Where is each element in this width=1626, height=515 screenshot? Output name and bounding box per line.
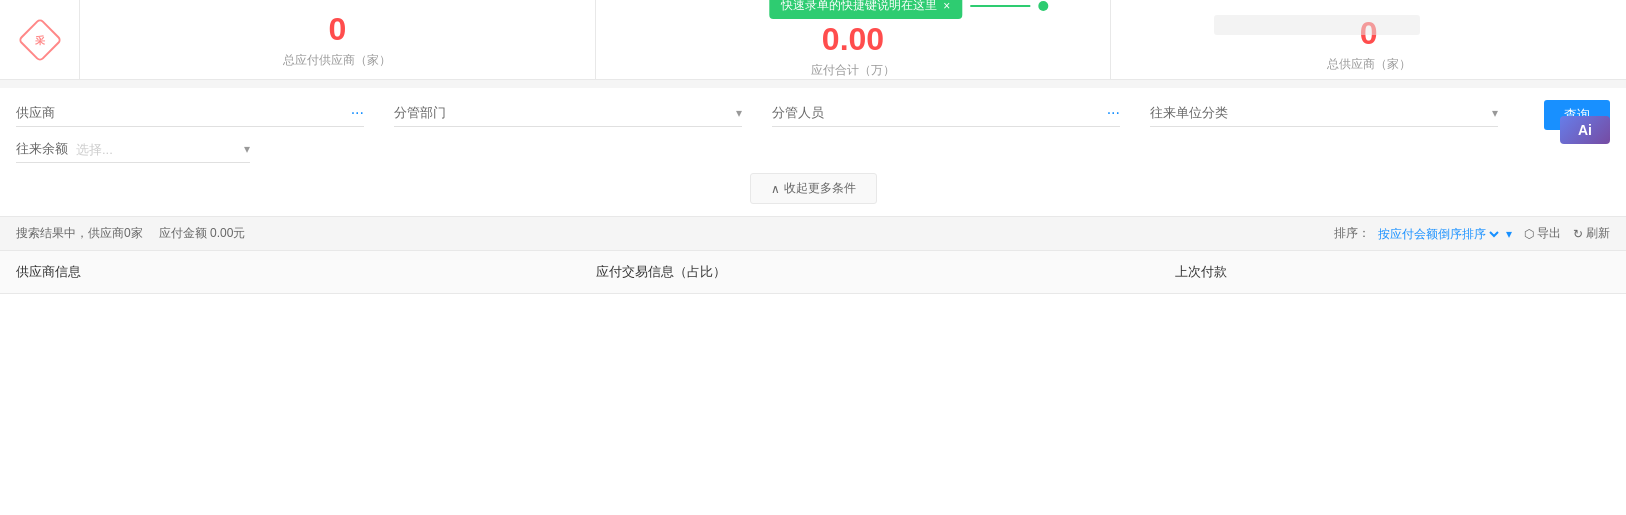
table-body — [0, 294, 1626, 515]
col-supplier-info: 供应商信息 — [16, 263, 596, 281]
balance-label: 往来余额 — [16, 140, 68, 158]
supplier-label: 供应商 — [16, 104, 55, 122]
collapse-icon: ∧ — [771, 182, 780, 196]
balance-chevron-icon[interactable]: ▾ — [244, 142, 250, 156]
collapse-button[interactable]: ∧ 收起更多条件 — [750, 173, 877, 204]
table-area: 供应商信息 应付交易信息（占比） 上次付款 — [0, 251, 1626, 515]
department-label: 分管部门 — [394, 104, 446, 122]
result-amount: 应付金额 0.00元 — [159, 225, 246, 242]
supplier-input[interactable] — [63, 105, 351, 120]
sort-chevron-icon: ▾ — [1506, 227, 1512, 241]
tooltip-text: 快速录单的快捷键说明在这里 — [781, 0, 937, 14]
result-info: 搜索结果中，供应商0家 应付金额 0.00元 — [16, 225, 245, 242]
stat-number-payable: 0 — [328, 10, 346, 48]
stat-total-suppliers: 0 总供应商（家） — [1111, 0, 1626, 79]
stat-number-total: 0.00 — [822, 20, 884, 58]
department-chevron-icon[interactable]: ▾ — [736, 106, 742, 120]
balance-input[interactable] — [76, 142, 244, 157]
tooltip-line — [970, 5, 1030, 7]
person-input[interactable] — [832, 105, 1107, 120]
result-actions: 排序： 按应付会额倒序排序 ▾ ⬡ 导出 ↻ 刷新 — [1334, 225, 1610, 242]
tooltip-close-btn[interactable]: × — [943, 0, 950, 13]
filter-unit: 往来单位分类 ▾ — [1150, 104, 1498, 127]
result-suppliers-count: 搜索结果中，供应商0家 — [16, 225, 143, 242]
col-payment-info: 上次付款 — [1175, 263, 1610, 281]
stat-label-suppliers: 总供应商（家） — [1327, 56, 1411, 73]
tooltip-container: 快速录单的快捷键说明在这里 × — [769, 0, 1048, 19]
refresh-label: 刷新 — [1586, 225, 1610, 242]
sort-select[interactable]: 按应付会额倒序排序 — [1374, 226, 1502, 242]
filter-row-1: 供应商 ··· 分管部门 ▾ 分管人员 ··· 往来单位分类 ▾ 查询 — [16, 100, 1610, 130]
col-transaction-label: 应付交易信息（占比） — [596, 264, 726, 279]
unit-label: 往来单位分类 — [1150, 104, 1228, 122]
sort-selector: 排序： 按应付会额倒序排序 ▾ — [1334, 225, 1512, 242]
tooltip-bubble: 快速录单的快捷键说明在这里 × — [769, 0, 962, 19]
unit-input[interactable] — [1236, 105, 1492, 120]
filter-balance: 往来余额 ▾ — [16, 140, 250, 163]
unit-chevron-icon[interactable]: ▾ — [1492, 106, 1498, 120]
ai-badge[interactable]: Ai — [1560, 116, 1610, 144]
logo-area: 采 — [0, 0, 80, 79]
filter-department: 分管部门 ▾ — [394, 104, 742, 127]
svg-text:采: 采 — [35, 35, 46, 46]
col-payment-label: 上次付款 — [1175, 264, 1227, 279]
ai-label: Ai — [1578, 122, 1592, 138]
table-header: 供应商信息 应付交易信息（占比） 上次付款 — [0, 251, 1626, 294]
export-button[interactable]: ⬡ 导出 — [1524, 225, 1561, 242]
collapse-label: 收起更多条件 — [784, 180, 856, 197]
sort-label: 排序： — [1334, 225, 1370, 242]
blur-placeholder — [1214, 15, 1420, 35]
col-supplier-label: 供应商信息 — [16, 264, 81, 279]
stat-payable-total: 快速录单的快捷键说明在这里 × 0.00 应付合计（万） — [596, 0, 1112, 79]
filter-person: 分管人员 ··· — [772, 104, 1120, 127]
stats-bar: 采 0 总应付供应商（家） 快速录单的快捷键说明在这里 × 0.00 应付合计（… — [0, 0, 1626, 80]
supplier-dots-icon[interactable]: ··· — [351, 104, 364, 122]
col-transaction-info: 应付交易信息（占比） — [596, 263, 1176, 281]
person-dots-icon[interactable]: ··· — [1107, 104, 1120, 122]
stat-label-total: 应付合计（万） — [811, 62, 895, 79]
filter-supplier: 供应商 ··· — [16, 104, 364, 127]
export-label: 导出 — [1537, 225, 1561, 242]
filter-row-2: 往来余额 ▾ — [16, 140, 1610, 163]
tooltip-dot — [1038, 1, 1048, 11]
refresh-button[interactable]: ↻ 刷新 — [1573, 225, 1610, 242]
stat-total-payable-suppliers: 0 总应付供应商（家） — [80, 0, 596, 79]
filter-area: 供应商 ··· 分管部门 ▾ 分管人员 ··· 往来单位分类 ▾ 查询 往来余额 — [0, 88, 1626, 217]
department-input[interactable] — [454, 105, 736, 120]
export-icon: ⬡ — [1524, 227, 1534, 241]
result-bar: 搜索结果中，供应商0家 应付金额 0.00元 排序： 按应付会额倒序排序 ▾ ⬡… — [0, 217, 1626, 251]
stat-label-payable: 总应付供应商（家） — [283, 52, 391, 69]
collapse-row: ∧ 收起更多条件 — [16, 173, 1610, 204]
person-label: 分管人员 — [772, 104, 824, 122]
refresh-icon: ↻ — [1573, 227, 1583, 241]
